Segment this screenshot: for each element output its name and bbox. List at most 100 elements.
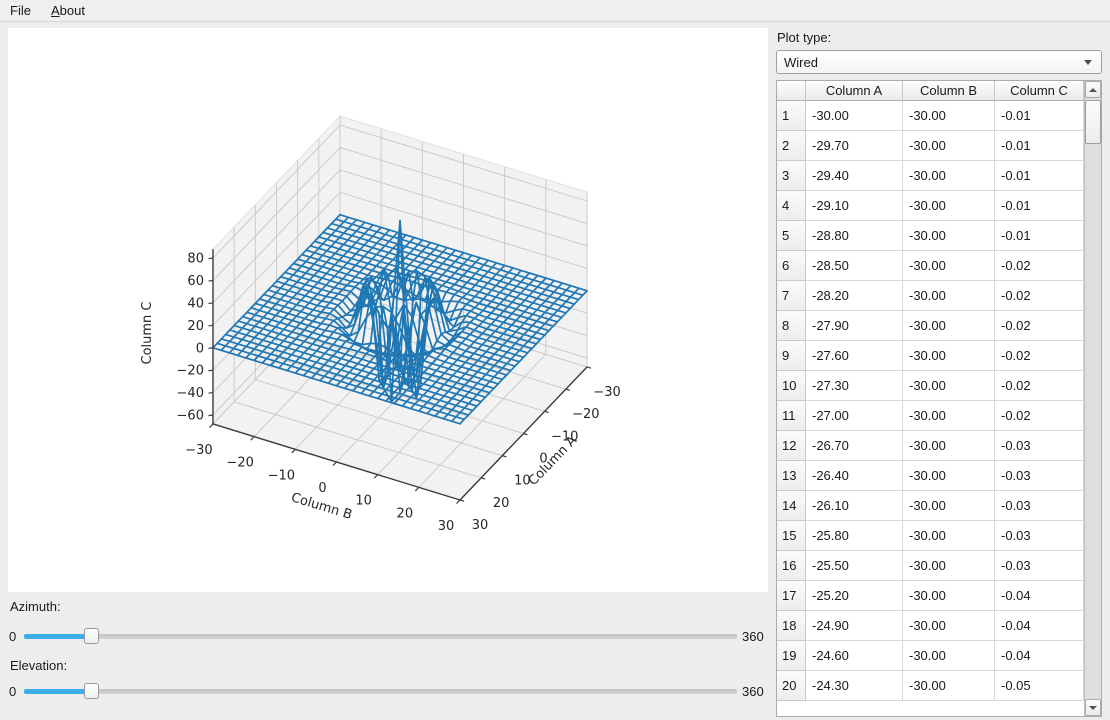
row-index-cell[interactable]: 20 bbox=[777, 671, 806, 701]
cell-column-a[interactable]: -26.70 bbox=[806, 431, 903, 461]
row-index-cell[interactable]: 1 bbox=[777, 101, 806, 131]
cell-column-a[interactable]: -30.00 bbox=[806, 101, 903, 131]
cell-column-a[interactable]: -25.50 bbox=[806, 551, 903, 581]
cell-column-b[interactable]: -30.00 bbox=[903, 161, 995, 191]
cell-column-c[interactable]: -0.05 bbox=[995, 671, 1084, 701]
cell-column-a[interactable]: -25.80 bbox=[806, 521, 903, 551]
cell-column-c[interactable]: -0.03 bbox=[995, 551, 1084, 581]
row-index-cell[interactable]: 15 bbox=[777, 521, 806, 551]
cell-column-b[interactable]: -30.00 bbox=[903, 101, 995, 131]
svg-text:−20: −20 bbox=[226, 456, 253, 471]
cell-column-b[interactable]: -30.00 bbox=[903, 401, 995, 431]
azimuth-slider-track[interactable] bbox=[24, 634, 737, 639]
cell-column-c[interactable]: -0.01 bbox=[995, 191, 1084, 221]
cell-column-b[interactable]: -30.00 bbox=[903, 311, 995, 341]
row-index-cell[interactable]: 13 bbox=[777, 461, 806, 491]
cell-column-c[interactable]: -0.02 bbox=[995, 281, 1084, 311]
cell-column-a[interactable]: -29.40 bbox=[806, 161, 903, 191]
row-index-cell[interactable]: 10 bbox=[777, 371, 806, 401]
row-index-cell[interactable]: 7 bbox=[777, 281, 806, 311]
cell-column-b[interactable]: -30.00 bbox=[903, 371, 995, 401]
cell-column-b[interactable]: -30.00 bbox=[903, 131, 995, 161]
cell-column-c[interactable]: -0.02 bbox=[995, 251, 1084, 281]
row-index-cell[interactable]: 17 bbox=[777, 581, 806, 611]
cell-column-b[interactable]: -30.00 bbox=[903, 221, 995, 251]
cell-column-c[interactable]: -0.01 bbox=[995, 161, 1084, 191]
plot-3d-canvas[interactable]: −30−20−100102030−30−20−100102030−60−40−2… bbox=[8, 28, 768, 592]
elevation-slider-handle[interactable] bbox=[84, 683, 99, 699]
cell-column-a[interactable]: -25.20 bbox=[806, 581, 903, 611]
cell-column-b[interactable]: -30.00 bbox=[903, 341, 995, 371]
cell-column-a[interactable]: -28.80 bbox=[806, 221, 903, 251]
row-index-cell[interactable]: 19 bbox=[777, 641, 806, 671]
plot-type-combobox[interactable]: Wired bbox=[776, 50, 1102, 74]
cell-column-a[interactable]: -27.60 bbox=[806, 341, 903, 371]
table-header-column-b[interactable]: Column B bbox=[903, 81, 995, 101]
cell-column-c[interactable]: -0.04 bbox=[995, 581, 1084, 611]
cell-column-c[interactable]: -0.03 bbox=[995, 431, 1084, 461]
table-header-column-c[interactable]: Column C bbox=[995, 81, 1084, 101]
row-index-cell[interactable]: 9 bbox=[777, 341, 806, 371]
cell-column-b[interactable]: -30.00 bbox=[903, 521, 995, 551]
menu-item-file[interactable]: File bbox=[0, 1, 41, 20]
svg-text:Column C: Column C bbox=[140, 302, 155, 365]
row-index-cell[interactable]: 14 bbox=[777, 491, 806, 521]
chevron-down-icon[interactable] bbox=[1084, 60, 1092, 65]
cell-column-b[interactable]: -30.00 bbox=[903, 431, 995, 461]
cell-column-b[interactable]: -30.00 bbox=[903, 281, 995, 311]
row-index-cell[interactable]: 16 bbox=[777, 551, 806, 581]
cell-column-c[interactable]: -0.04 bbox=[995, 641, 1084, 671]
cell-column-c[interactable]: -0.01 bbox=[995, 131, 1084, 161]
menu-item-about[interactable]: About bbox=[41, 1, 95, 20]
cell-column-b[interactable]: -30.00 bbox=[903, 611, 995, 641]
row-index-cell[interactable]: 2 bbox=[777, 131, 806, 161]
row-index-cell[interactable]: 3 bbox=[777, 161, 806, 191]
scroll-up-button[interactable] bbox=[1085, 81, 1101, 98]
cell-column-a[interactable]: -29.10 bbox=[806, 191, 903, 221]
cell-column-c[interactable]: -0.03 bbox=[995, 491, 1084, 521]
table-row: 4-29.10-30.00-0.01 bbox=[777, 191, 1101, 221]
cell-column-b[interactable]: -30.00 bbox=[903, 641, 995, 671]
scroll-down-button[interactable] bbox=[1085, 699, 1101, 716]
cell-column-b[interactable]: -30.00 bbox=[903, 581, 995, 611]
cell-column-a[interactable]: -24.60 bbox=[806, 641, 903, 671]
cell-column-a[interactable]: -24.30 bbox=[806, 671, 903, 701]
cell-column-a[interactable]: -26.10 bbox=[806, 491, 903, 521]
row-index-cell[interactable]: 18 bbox=[777, 611, 806, 641]
row-index-cell[interactable]: 5 bbox=[777, 221, 806, 251]
cell-column-c[interactable]: -0.01 bbox=[995, 101, 1084, 131]
table-row: 20-24.30-30.00-0.05 bbox=[777, 671, 1101, 701]
cell-column-a[interactable]: -27.00 bbox=[806, 401, 903, 431]
cell-column-a[interactable]: -28.20 bbox=[806, 281, 903, 311]
cell-column-a[interactable]: -27.90 bbox=[806, 311, 903, 341]
cell-column-c[interactable]: -0.02 bbox=[995, 371, 1084, 401]
cell-column-b[interactable]: -30.00 bbox=[903, 251, 995, 281]
cell-column-c[interactable]: -0.04 bbox=[995, 611, 1084, 641]
row-index-cell[interactable]: 6 bbox=[777, 251, 806, 281]
row-index-cell[interactable]: 12 bbox=[777, 431, 806, 461]
cell-column-a[interactable]: -24.90 bbox=[806, 611, 903, 641]
cell-column-a[interactable]: -27.30 bbox=[806, 371, 903, 401]
cell-column-a[interactable]: -28.50 bbox=[806, 251, 903, 281]
scrollbar-thumb[interactable] bbox=[1085, 100, 1101, 144]
cell-column-a[interactable]: -29.70 bbox=[806, 131, 903, 161]
row-index-cell[interactable]: 4 bbox=[777, 191, 806, 221]
cell-column-c[interactable]: -0.03 bbox=[995, 521, 1084, 551]
cell-column-c[interactable]: -0.02 bbox=[995, 341, 1084, 371]
azimuth-slider-handle[interactable] bbox=[84, 628, 99, 644]
cell-column-c[interactable]: -0.03 bbox=[995, 461, 1084, 491]
row-index-cell[interactable]: 11 bbox=[777, 401, 806, 431]
cell-column-c[interactable]: -0.01 bbox=[995, 221, 1084, 251]
table-vertical-scrollbar[interactable] bbox=[1084, 81, 1101, 716]
table-header-column-a[interactable]: Column A bbox=[806, 81, 903, 101]
cell-column-b[interactable]: -30.00 bbox=[903, 191, 995, 221]
elevation-slider-track[interactable] bbox=[24, 689, 737, 694]
cell-column-a[interactable]: -26.40 bbox=[806, 461, 903, 491]
cell-column-c[interactable]: -0.02 bbox=[995, 401, 1084, 431]
cell-column-b[interactable]: -30.00 bbox=[903, 461, 995, 491]
cell-column-b[interactable]: -30.00 bbox=[903, 551, 995, 581]
cell-column-b[interactable]: -30.00 bbox=[903, 671, 995, 701]
row-index-cell[interactable]: 8 bbox=[777, 311, 806, 341]
cell-column-c[interactable]: -0.02 bbox=[995, 311, 1084, 341]
cell-column-b[interactable]: -30.00 bbox=[903, 491, 995, 521]
